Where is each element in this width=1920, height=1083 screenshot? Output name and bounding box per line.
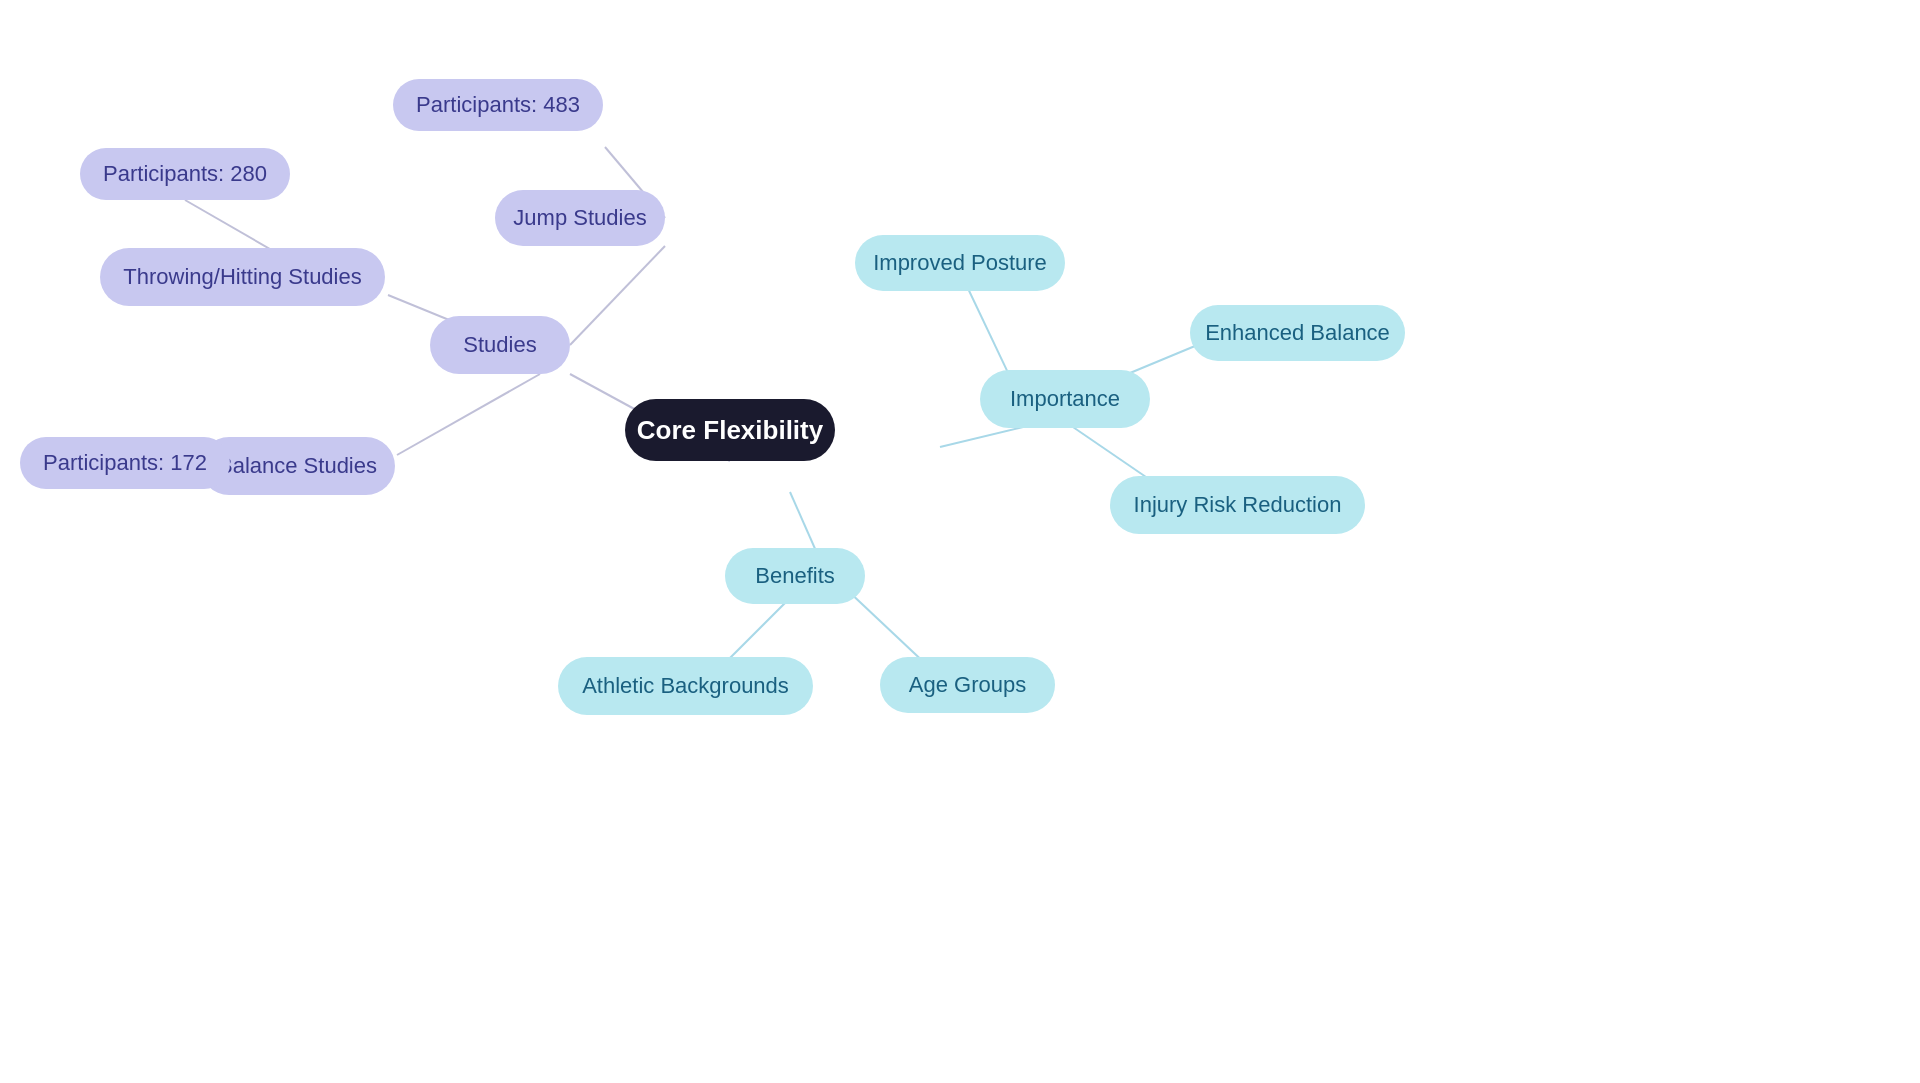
participants-280-node[interactable]: Participants: 280 [80,148,290,200]
injury-risk-node[interactable]: Injury Risk Reduction [1110,476,1365,534]
svg-line-3 [397,374,540,455]
improved-posture-node[interactable]: Improved Posture [855,235,1065,291]
participants-172-node[interactable]: Participants: 172 [20,437,230,489]
jump-studies-node[interactable]: Jump Studies [495,190,665,246]
svg-line-1 [570,246,665,345]
studies-node[interactable]: Studies [430,316,570,374]
benefits-node[interactable]: Benefits [725,548,865,604]
enhanced-balance-node[interactable]: Enhanced Balance [1190,305,1405,361]
center-node[interactable]: Core Flexibility [625,399,835,461]
svg-line-13 [845,588,930,668]
age-groups-node[interactable]: Age Groups [880,657,1055,713]
participants-483-node[interactable]: Participants: 483 [393,79,603,131]
importance-node[interactable]: Importance [980,370,1150,428]
throwing-hitting-node[interactable]: Throwing/Hitting Studies [100,248,385,306]
athletic-backgrounds-node[interactable]: Athletic Backgrounds [558,657,813,715]
